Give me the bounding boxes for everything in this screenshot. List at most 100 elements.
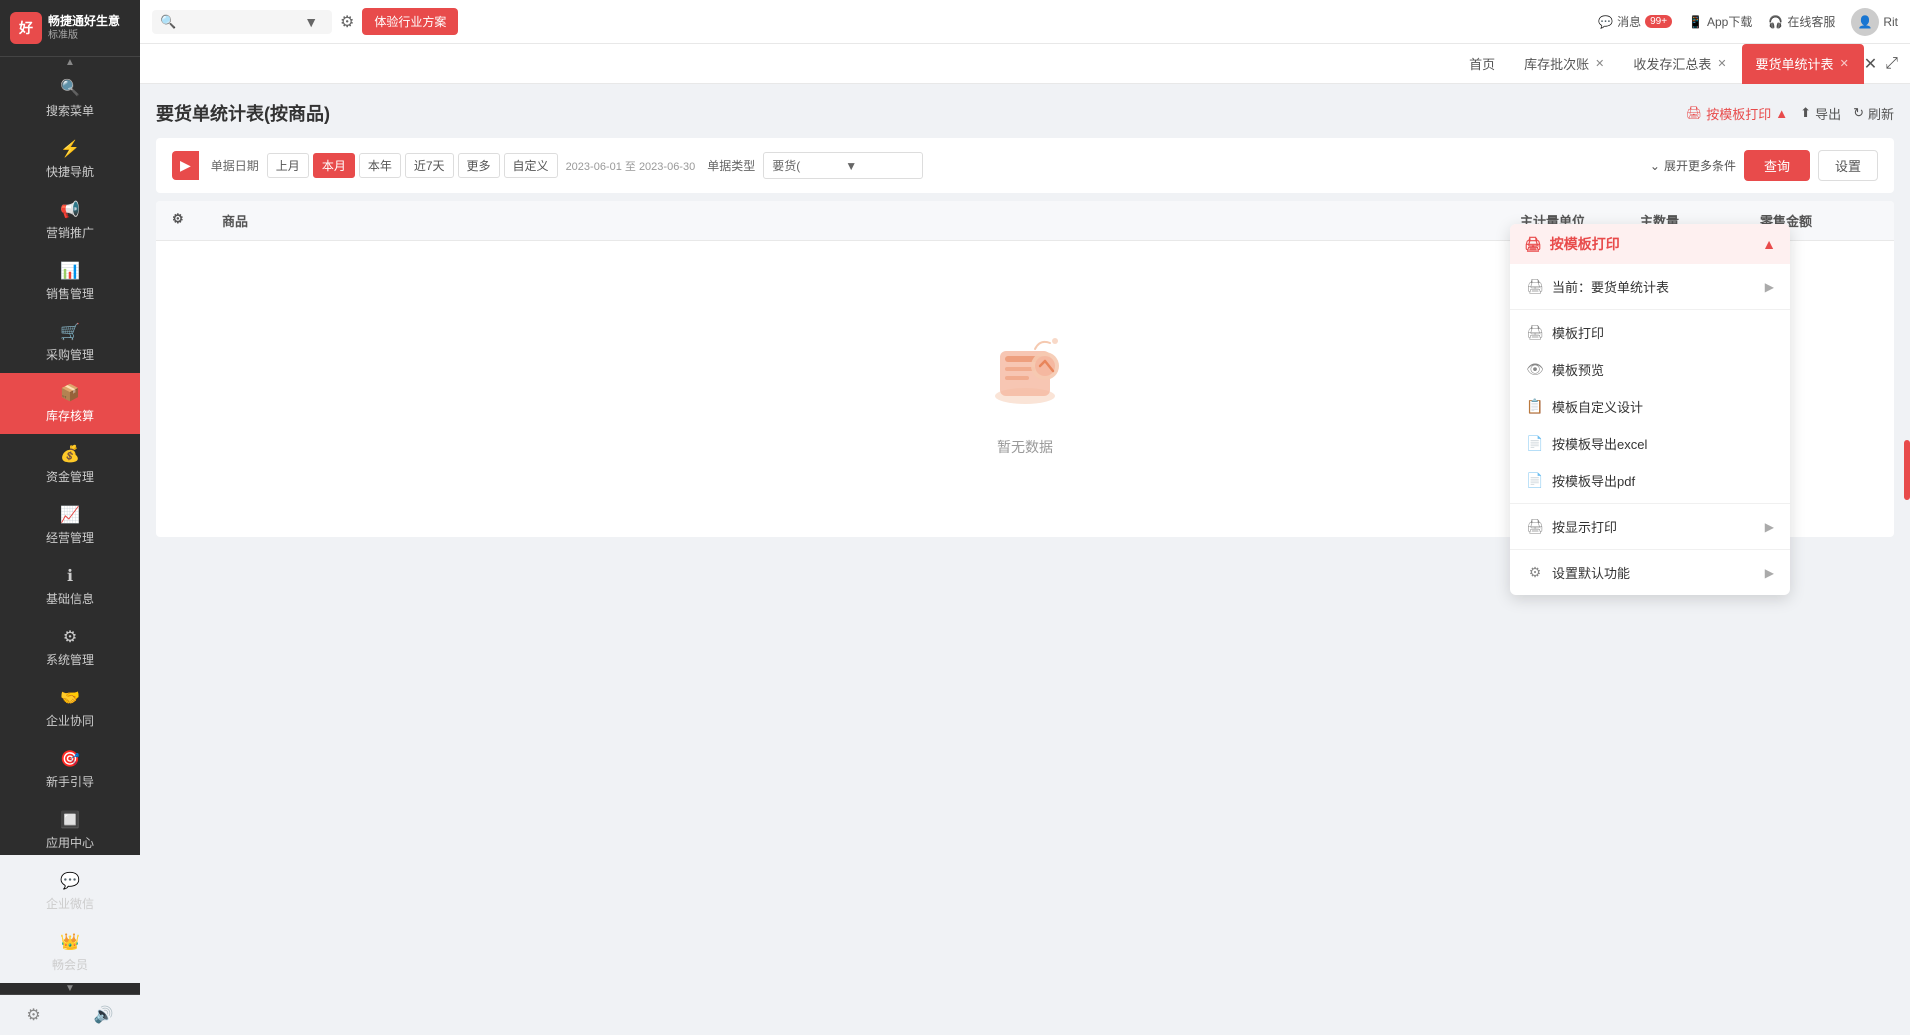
scrollbar-indicator[interactable] [1904, 440, 1910, 500]
nav-icon-13: 💬 [60, 871, 80, 891]
nav-icon-5: 📦 [60, 383, 80, 403]
tab-close-icon-2[interactable]: ✕ [1717, 57, 1726, 70]
print-dropdown-header[interactable]: 🖨 按模板打印 ▲ [1510, 224, 1790, 264]
search-dropdown-btn[interactable]: ▼ [304, 14, 318, 30]
date-btn-近7天[interactable]: 近7天 [405, 153, 454, 178]
topbar: 🔍 ▼ ⚙ 体验行业方案 💬 消息 99+ 📱 App下载 🎧 在线客服 👤 [140, 0, 1910, 44]
print-item-icon-4: 📄 [1526, 472, 1544, 489]
tab-要货单统计表[interactable]: 要货单统计表✕ [1742, 44, 1864, 84]
default-func-item[interactable]: ⚙ 设置默认功能 ▶ [1510, 554, 1790, 591]
print-item-4[interactable]: 📄按模板导出pdf [1510, 462, 1790, 499]
expand-more-btn[interactable]: ⌄ 展开更多条件 [1650, 157, 1736, 174]
settings-filter-btn[interactable]: 设置 [1818, 150, 1878, 181]
date-btn-更多[interactable]: 更多 [458, 153, 500, 178]
empty-text: 暂无数据 [997, 437, 1053, 457]
topbar-right: 💬 消息 99+ 📱 App下载 🎧 在线客服 👤 Rit [1598, 8, 1898, 36]
empty-illustration [975, 321, 1075, 421]
sidebar-item-新手引导[interactable]: 🎯新手引导 [0, 739, 140, 800]
topbar-settings-btn[interactable]: ⚙ [340, 12, 354, 32]
refresh-btn[interactable]: ↻ 刷新 [1853, 104, 1894, 123]
sidebar-item-库存核算[interactable]: 📦库存核算 [0, 373, 140, 434]
sidebar-item-企业协同[interactable]: 🤝企业协同 [0, 678, 140, 739]
sidebar-item-搜索菜单[interactable]: 🔍搜索菜单 [0, 68, 140, 129]
th-settings[interactable]: ⚙ [156, 211, 206, 230]
print-display-section: 🖨 按显示打印 ▶ [1510, 504, 1790, 550]
sidebar-item-销售管理[interactable]: 📊销售管理 [0, 251, 140, 312]
tab-close-all-btn[interactable]: ✕ [1864, 54, 1877, 74]
settings-icon[interactable]: ⚙ [26, 1005, 40, 1025]
page-title: 要货单统计表(按商品) [156, 100, 330, 126]
trial-btn[interactable]: 体验行业方案 [362, 8, 458, 35]
tab-close-icon-3[interactable]: ✕ [1840, 57, 1849, 70]
page-header: 要货单统计表(按商品) 🖨 按模板打印 ▲ ⬆ 导出 ↻ 刷新 [156, 100, 1894, 126]
type-filter-select[interactable]: 要货( ▼ [763, 152, 923, 179]
scroll-up-btn[interactable]: ▲ [0, 57, 140, 68]
display-print-item[interactable]: 🖨 按显示打印 ▶ [1510, 508, 1790, 545]
chevron-up-icon: ▲ [65, 57, 75, 68]
print-current-item[interactable]: 🖨 当前：要货单统计表 ▶ [1510, 268, 1790, 305]
print-item-2[interactable]: 📋模板自定义设计 [1510, 388, 1790, 425]
display-print-icon: 🖨 [1526, 518, 1544, 535]
sidebar-item-采购管理[interactable]: 🛒采购管理 [0, 312, 140, 373]
app-download-btn[interactable]: 📱 App下载 [1688, 13, 1752, 30]
date-range-text: 2023-06-01 至 2023-06-30 [566, 158, 696, 174]
nav-icon-8: ℹ [67, 566, 73, 586]
query-btn[interactable]: 查询 [1744, 150, 1810, 181]
print-btn[interactable]: 🖨 按模板打印 ▲ [1686, 104, 1788, 123]
sidebar-item-营销推广[interactable]: 📢营销推广 [0, 190, 140, 251]
main-area: 🔍 ▼ ⚙ 体验行业方案 💬 消息 99+ 📱 App下载 🎧 在线客服 👤 [140, 0, 1910, 855]
print-item-1[interactable]: 👁模板预览 [1510, 351, 1790, 388]
date-buttons: 上月本月本年近7天更多自定义 [267, 153, 558, 178]
print-item-0[interactable]: 🖨模板打印 [1510, 314, 1790, 351]
avatar-icon: 👤 [1851, 8, 1879, 36]
print-icon: 🖨 [1686, 105, 1703, 121]
scroll-down-btn[interactable]: ▼ [0, 983, 140, 994]
tabbar-right: ✕ ⤢ [1864, 54, 1898, 74]
sidebar-item-基础信息[interactable]: ℹ基础信息 [0, 556, 140, 617]
date-btn-本月[interactable]: 本月 [313, 153, 355, 178]
date-btn-上月[interactable]: 上月 [267, 153, 309, 178]
page-content: 要货单统计表(按商品) 🖨 按模板打印 ▲ ⬆ 导出 ↻ 刷新 ▶ [140, 84, 1910, 855]
message-icon: 💬 [1598, 15, 1613, 29]
user-avatar[interactable]: 👤 Rit [1851, 8, 1898, 36]
current-print-chevron-icon: ▶ [1765, 280, 1774, 294]
nav-icon-3: 📊 [60, 261, 80, 281]
sidebar-item-系统管理[interactable]: ⚙系统管理 [0, 617, 140, 678]
print-dropdown-title: 🖨 按模板打印 [1524, 234, 1620, 254]
print-item-icon-0: 🖨 [1526, 324, 1544, 341]
refresh-icon: ↻ [1853, 105, 1864, 121]
nav-icon-6: 💰 [60, 444, 80, 464]
nav-icon-2: 📢 [60, 200, 80, 220]
tab-expand-btn[interactable]: ⤢ [1885, 55, 1898, 73]
nav-icon-10: 🤝 [60, 688, 80, 708]
sidebar-item-快捷导航[interactable]: ⚡快捷导航 [0, 129, 140, 190]
online-service-btn[interactable]: 🎧 在线客服 [1768, 13, 1835, 30]
messages-btn[interactable]: 💬 消息 99+ [1598, 13, 1672, 30]
default-func-chevron-icon: ▶ [1765, 566, 1774, 580]
sidebar-item-应用中心[interactable]: 🔲应用中心 [0, 800, 140, 861]
nav-icon-9: ⚙ [63, 627, 77, 647]
topbar-search-box: 🔍 ▼ [152, 10, 332, 34]
date-btn-自定义[interactable]: 自定义 [504, 153, 558, 178]
export-btn[interactable]: ⬆ 导出 [1800, 104, 1841, 123]
sound-icon[interactable]: 🔊 [94, 1005, 114, 1025]
filter-right-actions: ⌄ 展开更多条件 查询 设置 [1650, 150, 1878, 181]
print-current-section: 🖨 当前：要货单统计表 ▶ [1510, 264, 1790, 310]
tab-库存批次账[interactable]: 库存批次账✕ [1510, 44, 1619, 84]
sidebar-item-经营管理[interactable]: 📈经营管理 [0, 495, 140, 556]
sidebar-item-资金管理[interactable]: 💰资金管理 [0, 434, 140, 495]
filter-bar: ▶ 单据日期 上月本月本年近7天更多自定义 2023-06-01 至 2023-… [156, 138, 1894, 193]
print-dropdown-panel: 🖨 按模板打印 ▲ 🖨 当前：要货单统计表 ▶ 🖨模板打印👁模板预览📋模板自定义… [1510, 224, 1790, 595]
search-input[interactable] [180, 15, 300, 29]
print-item-3[interactable]: 📄按模板导出excel [1510, 425, 1790, 462]
export-icon: ⬆ [1800, 105, 1811, 121]
filter-expand-btn[interactable]: ▶ [172, 151, 199, 180]
tab-首页[interactable]: 首页 [1455, 44, 1510, 84]
tab-close-icon-1[interactable]: ✕ [1595, 57, 1604, 70]
tab-收发存汇总表[interactable]: 收发存汇总表✕ [1619, 44, 1741, 84]
tabbar: 首页库存批次账✕收发存汇总表✕要货单统计表✕ ✕ ⤢ [140, 44, 1910, 84]
date-btn-本年[interactable]: 本年 [359, 153, 401, 178]
sidebar-item-企业微信[interactable]: 💬企业微信 [0, 861, 140, 922]
select-dropdown-icon: ▼ [845, 159, 914, 173]
sidebar-item-畅会员[interactable]: 👑畅会员 [0, 922, 140, 983]
